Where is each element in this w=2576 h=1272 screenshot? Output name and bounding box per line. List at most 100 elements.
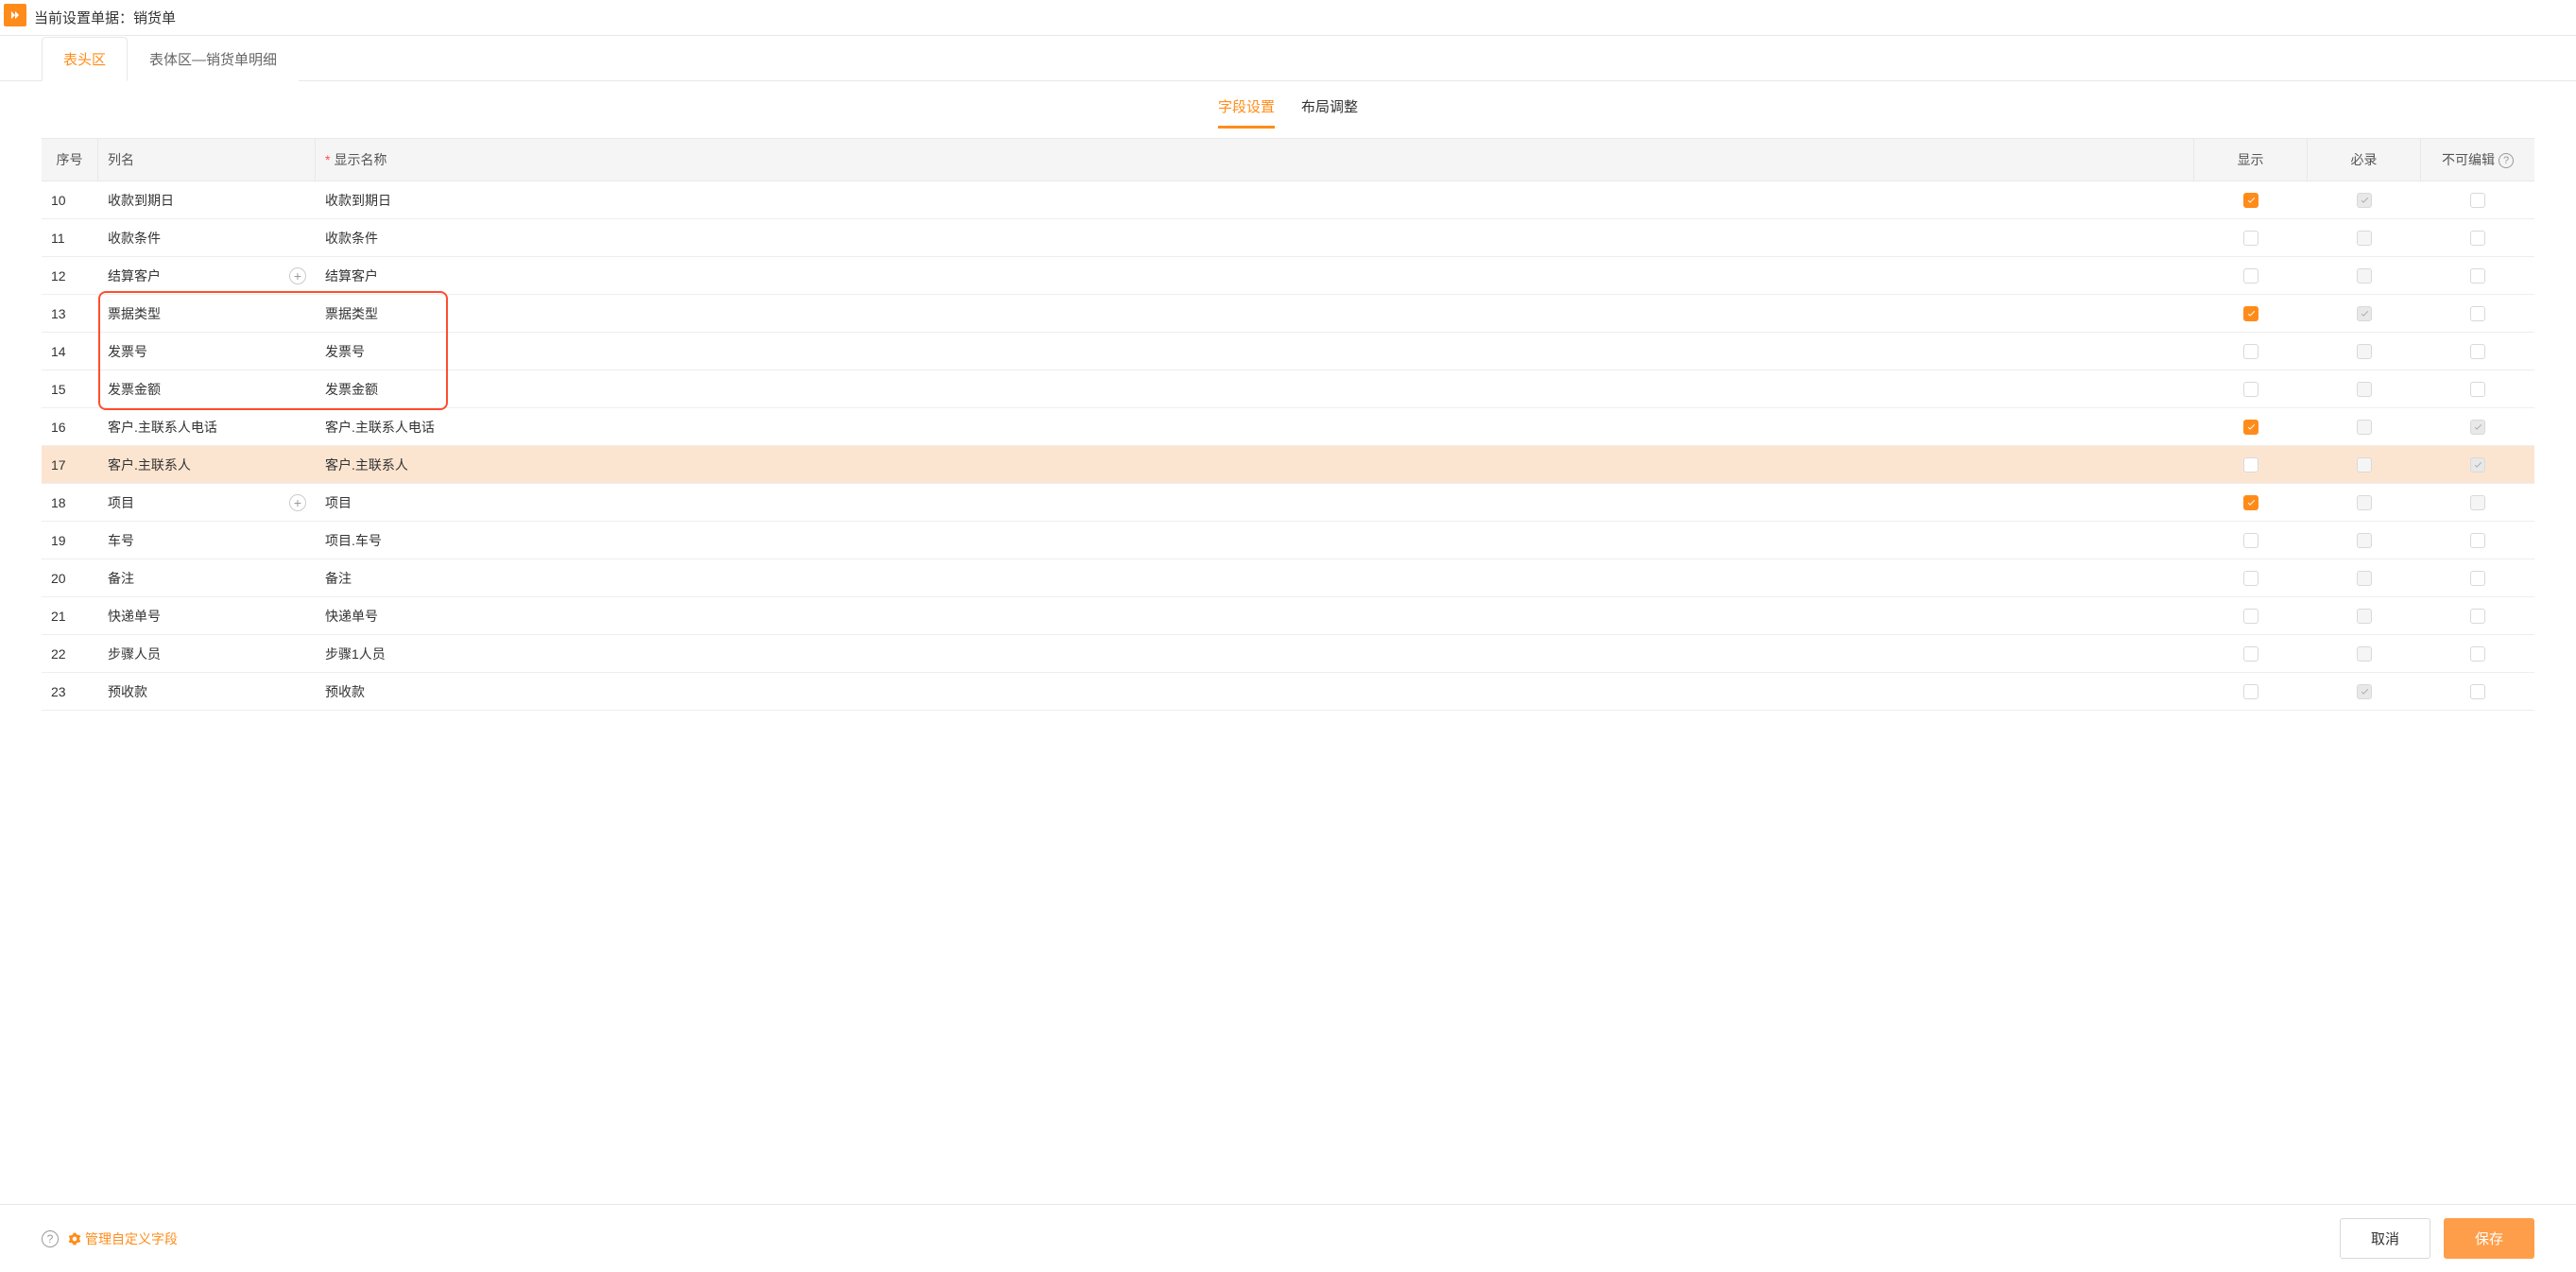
checkbox-readonly[interactable]	[2470, 306, 2485, 321]
cell-seq: 14	[42, 333, 98, 370]
cell-name: 步骤人员	[98, 635, 316, 672]
table-row[interactable]: 14 发票号 发票号	[42, 333, 2534, 370]
table-row[interactable]: 21 快递单号 快递单号	[42, 597, 2534, 635]
cell-display[interactable]: 项目.车号	[316, 522, 2194, 559]
checkbox-show[interactable]	[2243, 457, 2258, 473]
plus-icon[interactable]: +	[289, 494, 306, 511]
cell-name: 快递单号	[98, 597, 316, 634]
main-tab-1[interactable]: 表体区—销货单明细	[128, 37, 299, 81]
checkbox-readonly[interactable]	[2470, 193, 2485, 208]
cell-seq: 17	[42, 446, 98, 483]
main-tabs: 表头区表体区—销货单明细	[0, 36, 2576, 81]
checkbox-show[interactable]	[2243, 420, 2258, 435]
table-row[interactable]: 10 收款到期日 收款到期日	[42, 181, 2534, 219]
cell-seq: 23	[42, 673, 98, 710]
checkbox-show[interactable]	[2243, 306, 2258, 321]
cell-seq: 19	[42, 522, 98, 559]
footer-bar: ? 管理自定义字段 取消 保存	[0, 1204, 2576, 1272]
checkbox-show[interactable]	[2243, 684, 2258, 699]
checkbox-readonly	[2470, 495, 2485, 510]
cell-display[interactable]: 客户.主联系人电话	[316, 408, 2194, 445]
checkbox-readonly[interactable]	[2470, 684, 2485, 699]
checkbox-readonly[interactable]	[2470, 609, 2485, 624]
manage-custom-fields-link[interactable]: 管理自定义字段	[68, 1229, 178, 1248]
cell-display[interactable]: 备注	[316, 559, 2194, 596]
cell-display[interactable]: 票据类型	[316, 295, 2194, 332]
field-table: 序号 列名 *显示名称 显示 必录 不可编辑? 10 收款到期日 收款到期日 1…	[0, 129, 2576, 711]
checkbox-required	[2357, 646, 2372, 662]
checkbox-required	[2357, 609, 2372, 624]
cell-display[interactable]: 客户.主联系人	[316, 446, 2194, 483]
main-tab-0[interactable]: 表头区	[42, 37, 128, 81]
cell-seq: 22	[42, 635, 98, 672]
cell-name: 车号	[98, 522, 316, 559]
cell-name: 结算客户 +	[98, 257, 316, 294]
checkbox-required	[2357, 193, 2372, 208]
checkbox-readonly[interactable]	[2470, 344, 2485, 359]
table-row[interactable]: 17 客户.主联系人 客户.主联系人	[42, 446, 2534, 484]
required-asterisk: *	[325, 152, 330, 167]
sub-tab-0[interactable]: 字段设置	[1218, 96, 1275, 129]
checkbox-show[interactable]	[2243, 495, 2258, 510]
checkbox-readonly[interactable]	[2470, 268, 2485, 284]
checkbox-show[interactable]	[2243, 533, 2258, 548]
checkbox-show[interactable]	[2243, 268, 2258, 284]
col-header-required: 必录	[2308, 139, 2421, 180]
checkbox-required	[2357, 382, 2372, 397]
checkbox-show[interactable]	[2243, 609, 2258, 624]
checkbox-show[interactable]	[2243, 382, 2258, 397]
table-row[interactable]: 18 项目 + 项目	[42, 484, 2534, 522]
cell-display[interactable]: 结算客户	[316, 257, 2194, 294]
help-icon[interactable]: ?	[2499, 153, 2514, 168]
checkbox-show[interactable]	[2243, 344, 2258, 359]
checkbox-show[interactable]	[2243, 646, 2258, 662]
table-row[interactable]: 15 发票金额 发票金额	[42, 370, 2534, 408]
expand-sidebar-button[interactable]	[4, 4, 26, 26]
cell-name: 收款到期日	[98, 181, 316, 218]
checkbox-readonly	[2470, 420, 2485, 435]
cell-display[interactable]: 项目	[316, 484, 2194, 521]
cell-display[interactable]: 发票号	[316, 333, 2194, 370]
checkbox-required	[2357, 306, 2372, 321]
cell-display[interactable]: 快递单号	[316, 597, 2194, 634]
table-row[interactable]: 16 客户.主联系人电话 客户.主联系人电话	[42, 408, 2534, 446]
cell-seq: 18	[42, 484, 98, 521]
sub-tab-1[interactable]: 布局调整	[1301, 96, 1358, 129]
checkbox-readonly[interactable]	[2470, 646, 2485, 662]
checkbox-readonly[interactable]	[2470, 231, 2485, 246]
table-row[interactable]: 13 票据类型 票据类型	[42, 295, 2534, 333]
checkbox-show[interactable]	[2243, 571, 2258, 586]
cell-name: 客户.主联系人	[98, 446, 316, 483]
cell-name: 项目 +	[98, 484, 316, 521]
checkbox-required	[2357, 571, 2372, 586]
table-row[interactable]: 19 车号 项目.车号	[42, 522, 2534, 559]
plus-icon[interactable]: +	[289, 267, 306, 284]
table-row[interactable]: 22 步骤人员 步骤1人员	[42, 635, 2534, 673]
cell-display[interactable]: 收款到期日	[316, 181, 2194, 218]
checkbox-readonly[interactable]	[2470, 533, 2485, 548]
cell-seq: 16	[42, 408, 98, 445]
cell-seq: 20	[42, 559, 98, 596]
checkbox-show[interactable]	[2243, 193, 2258, 208]
cell-seq: 13	[42, 295, 98, 332]
cell-display[interactable]: 发票金额	[316, 370, 2194, 407]
save-button[interactable]: 保存	[2444, 1218, 2534, 1259]
cell-name: 收款条件	[98, 219, 316, 256]
sub-tabs: 字段设置布局调整	[0, 81, 2576, 129]
table-row[interactable]: 12 结算客户 + 结算客户	[42, 257, 2534, 295]
checkbox-required	[2357, 231, 2372, 246]
table-body: 10 收款到期日 收款到期日 11 收款条件 收款条件 12 结算客户 +	[42, 181, 2534, 711]
table-row[interactable]: 11 收款条件 收款条件	[42, 219, 2534, 257]
cell-display[interactable]: 步骤1人员	[316, 635, 2194, 672]
table-row[interactable]: 20 备注 备注	[42, 559, 2534, 597]
gear-icon	[68, 1232, 81, 1246]
checkbox-readonly[interactable]	[2470, 571, 2485, 586]
checkbox-show[interactable]	[2243, 231, 2258, 246]
cell-display[interactable]: 收款条件	[316, 219, 2194, 256]
cell-display[interactable]: 预收款	[316, 673, 2194, 710]
table-row[interactable]: 23 预收款 预收款	[42, 673, 2534, 711]
cancel-button[interactable]: 取消	[2340, 1218, 2430, 1259]
checkbox-required	[2357, 420, 2372, 435]
checkbox-readonly[interactable]	[2470, 382, 2485, 397]
help-icon[interactable]: ?	[42, 1230, 59, 1247]
